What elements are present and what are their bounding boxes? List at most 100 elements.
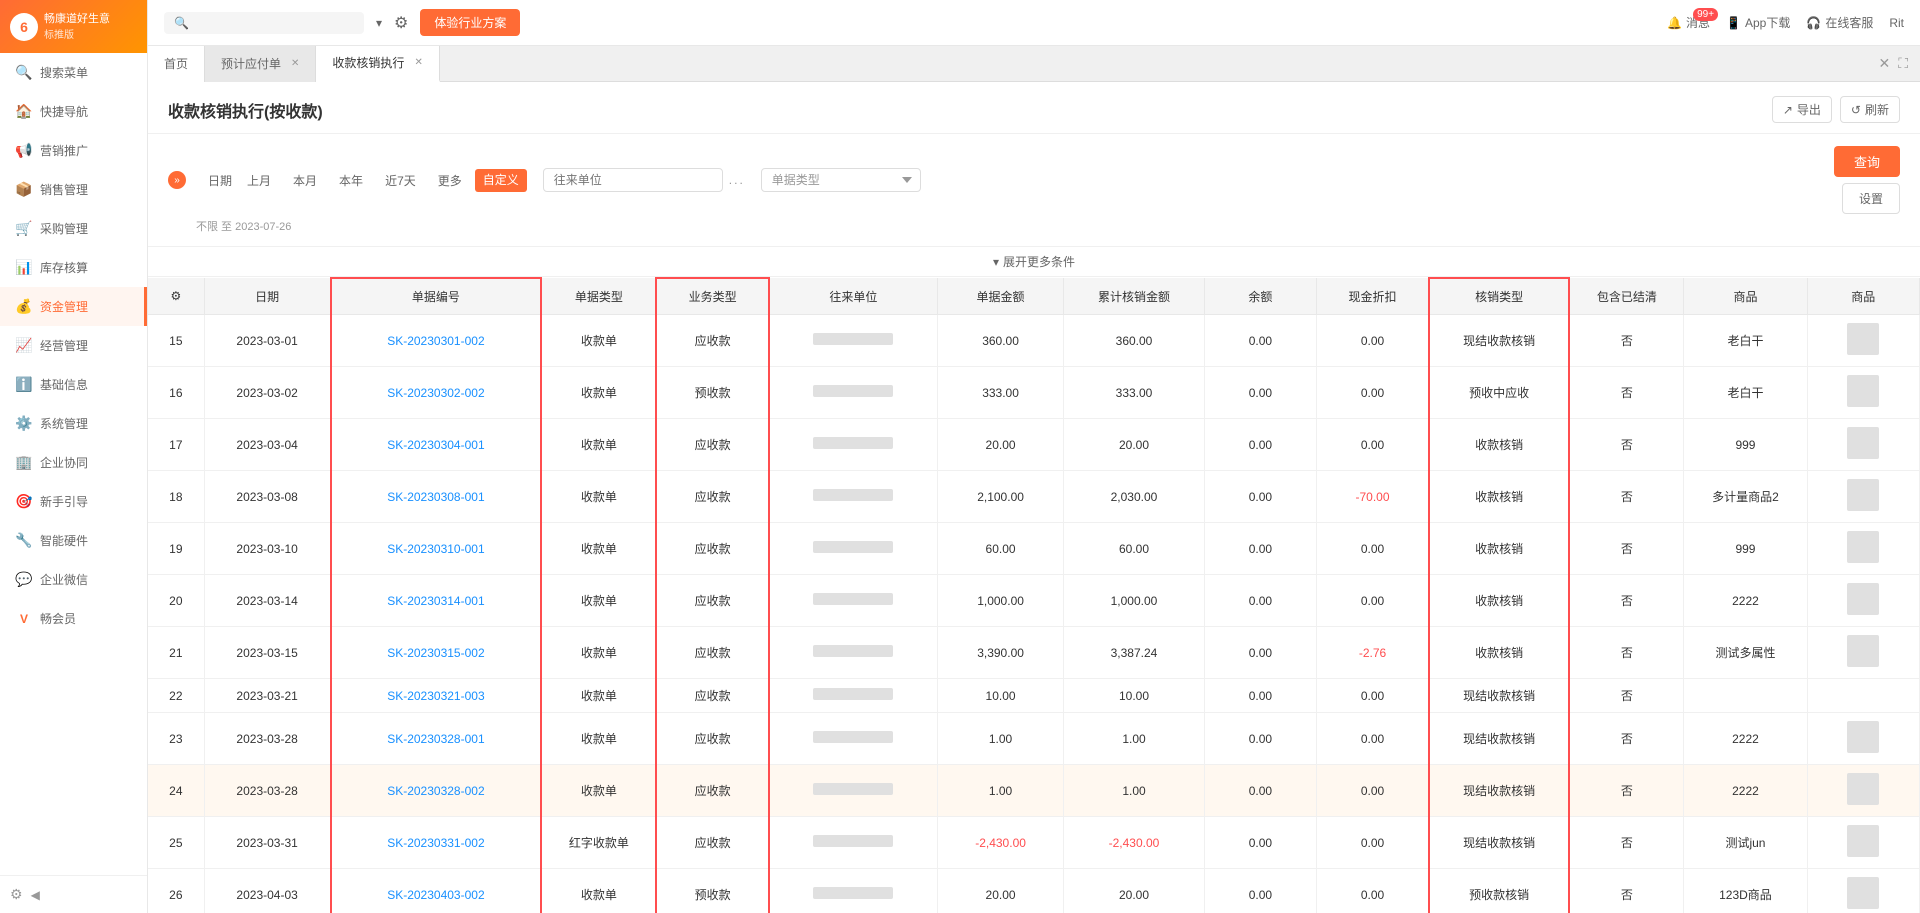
sidebar-item-hardware[interactable]: 🔧 智能硬件	[0, 521, 147, 560]
cell-unit	[769, 471, 938, 523]
tab-home[interactable]: 首页	[148, 46, 205, 82]
this-year-btn[interactable]: 本年	[330, 169, 372, 192]
fullscreen-icon[interactable]: ⛶	[1898, 55, 1908, 72]
filter-doc-type: 单据类型	[761, 168, 921, 192]
cell-seq: 23	[148, 713, 204, 765]
messages-button[interactable]: 🔔 消息 99+	[1667, 14, 1710, 31]
refresh-button[interactable]: ↺ 刷新	[1840, 96, 1900, 123]
doc-no-link[interactable]: SK-20230328-001	[387, 732, 484, 746]
filter-date: 日期 上月 本月 本年 近7天 更多 自定义	[208, 169, 527, 192]
user-avatar[interactable]: Rit	[1889, 16, 1904, 30]
expand-more-btn[interactable]: ▾ 展开更多条件	[993, 253, 1075, 270]
cell-seq: 26	[148, 869, 204, 913]
cell-date: 2023-03-28	[204, 713, 330, 765]
app-download-button[interactable]: 📱 App下载	[1726, 14, 1790, 31]
unit-input[interactable]	[543, 168, 723, 192]
dropdown-arrow-icon[interactable]: ▾	[376, 16, 382, 30]
sidebar-item-guide[interactable]: 🎯 新手引导	[0, 482, 147, 521]
setting-button[interactable]: 设置	[1842, 183, 1900, 214]
sidebar-item-member[interactable]: V 畅会员	[0, 599, 147, 638]
doc-no-link[interactable]: SK-20230308-001	[387, 490, 484, 504]
topbar-search-box[interactable]: 🔍	[164, 12, 364, 34]
cell-biz-type: 应收款	[656, 765, 768, 817]
sales-icon: 📦	[16, 182, 32, 198]
cell-seq: 22	[148, 679, 204, 713]
close-all-icon[interactable]: ✕	[1878, 55, 1890, 72]
more-dates-btn[interactable]: 更多	[429, 169, 471, 192]
cell-goods2	[1807, 869, 1919, 913]
sidebar-item-purchase[interactable]: 🛒 采购管理	[0, 209, 147, 248]
tab-receipt-cancel[interactable]: 收款核销执行 ✕	[316, 46, 439, 82]
this-month-btn[interactable]: 本月	[284, 169, 326, 192]
collapse-icon[interactable]: ◀	[31, 888, 40, 902]
sidebar-item-label: 系统管理	[40, 415, 88, 432]
doc-no-link[interactable]: SK-20230403-002	[387, 888, 484, 902]
last-month-btn[interactable]: 上月	[238, 169, 280, 192]
sidebar-item-operations[interactable]: 📈 经营管理	[0, 326, 147, 365]
online-service-button[interactable]: 🎧 在线客服	[1806, 14, 1873, 31]
doc-no-link[interactable]: SK-20230301-002	[387, 334, 484, 348]
cell-date: 2023-03-10	[204, 523, 330, 575]
query-button[interactable]: 查询	[1834, 146, 1900, 177]
phone-icon: 📱	[1726, 16, 1741, 30]
expand-filter-icon[interactable]: »	[168, 171, 186, 189]
page-header: 收款核销执行(按收款) ↗ 导出 ↺ 刷新	[148, 82, 1920, 134]
cell-date: 2023-03-14	[204, 575, 330, 627]
search-input[interactable]	[195, 16, 315, 30]
sidebar-item-wechat[interactable]: 💬 企业微信	[0, 560, 147, 599]
custom-date-btn[interactable]: 自定义	[475, 169, 527, 192]
tab-receipt-cancel-close-icon[interactable]: ✕	[414, 57, 422, 68]
cell-discount: 0.00	[1317, 367, 1429, 419]
cell-doc-type: 收款单	[541, 367, 656, 419]
cell-unit	[769, 419, 938, 471]
sidebar-item-marketing[interactable]: 📢 营销推广	[0, 131, 147, 170]
col-header-settings[interactable]: ⚙	[148, 278, 204, 315]
cell-discount: 0.00	[1317, 419, 1429, 471]
filter-date-buttons: 上月 本月 本年 近7天 更多 自定义	[238, 169, 527, 192]
doc-no-link[interactable]: SK-20230315-002	[387, 646, 484, 660]
cell-seq: 24	[148, 765, 204, 817]
cell-seq: 18	[148, 471, 204, 523]
sidebar-item-enterprise[interactable]: 🏢 企业协同	[0, 443, 147, 482]
cell-seq: 21	[148, 627, 204, 679]
cell-doc-no: SK-20230310-001	[331, 523, 542, 575]
sidebar-item-quick-nav[interactable]: 🏠 快捷导航	[0, 92, 147, 131]
cell-cumulative: 3,387.24	[1064, 627, 1204, 679]
cell-amount: 1,000.00	[937, 575, 1063, 627]
doc-no-link[interactable]: SK-20230331-002	[387, 836, 484, 850]
doc-no-link[interactable]: SK-20230310-001	[387, 542, 484, 556]
sidebar-item-inventory[interactable]: 📊 库存核算	[0, 248, 147, 287]
sidebar-item-system[interactable]: ⚙️ 系统管理	[0, 404, 147, 443]
cell-doc-type: 收款单	[541, 471, 656, 523]
doc-type-select[interactable]: 单据类型	[761, 168, 921, 192]
tab-pre-receipt-close-icon[interactable]: ✕	[291, 58, 299, 69]
cell-cancel-type: 收款核销	[1429, 471, 1569, 523]
export-button[interactable]: ↗ 导出	[1772, 96, 1832, 123]
sidebar-item-basic[interactable]: ℹ️ 基础信息	[0, 365, 147, 404]
sidebar-item-search[interactable]: 🔍 搜索菜单	[0, 53, 147, 92]
cell-amount: -2,430.00	[937, 817, 1063, 869]
table-header-row: ⚙ 日期 单据编号 单据类型 业务类型 往来单位 单据金额 累计核销金额 余额 …	[148, 278, 1920, 315]
unit-dots[interactable]: ...	[729, 173, 745, 187]
cell-cumulative: 2,030.00	[1064, 471, 1204, 523]
sidebar-item-sales[interactable]: 📦 销售管理	[0, 170, 147, 209]
doc-no-link[interactable]: SK-20230314-001	[387, 594, 484, 608]
doc-no-link[interactable]: SK-20230304-001	[387, 438, 484, 452]
sidebar-item-finance[interactable]: 💰 资金管理	[0, 287, 147, 326]
settings-icon[interactable]: ⚙	[394, 13, 408, 33]
settings-gear-icon[interactable]: ⚙	[10, 886, 23, 903]
doc-no-link[interactable]: SK-20230321-003	[387, 689, 484, 703]
table-row: 17 2023-03-04 SK-20230304-001 收款单 应收款 20…	[148, 419, 1920, 471]
system-icon: ⚙️	[16, 416, 32, 432]
table-row: 15 2023-03-01 SK-20230301-002 收款单 应收款 36…	[148, 315, 1920, 367]
doc-no-link[interactable]: SK-20230328-002	[387, 784, 484, 798]
cell-goods1: 2222	[1684, 575, 1807, 627]
filter-expand-bar: ▾ 展开更多条件	[148, 247, 1920, 277]
tab-pre-receipt[interactable]: 预计应付单 ✕	[205, 46, 316, 82]
cell-biz-type: 应收款	[656, 679, 768, 713]
col-header-balance: 余额	[1204, 278, 1316, 315]
industry-solution-button[interactable]: 体验行业方案	[420, 9, 520, 36]
doc-no-link[interactable]: SK-20230302-002	[387, 386, 484, 400]
last-7days-btn[interactable]: 近7天	[376, 169, 425, 192]
cell-balance: 0.00	[1204, 419, 1316, 471]
